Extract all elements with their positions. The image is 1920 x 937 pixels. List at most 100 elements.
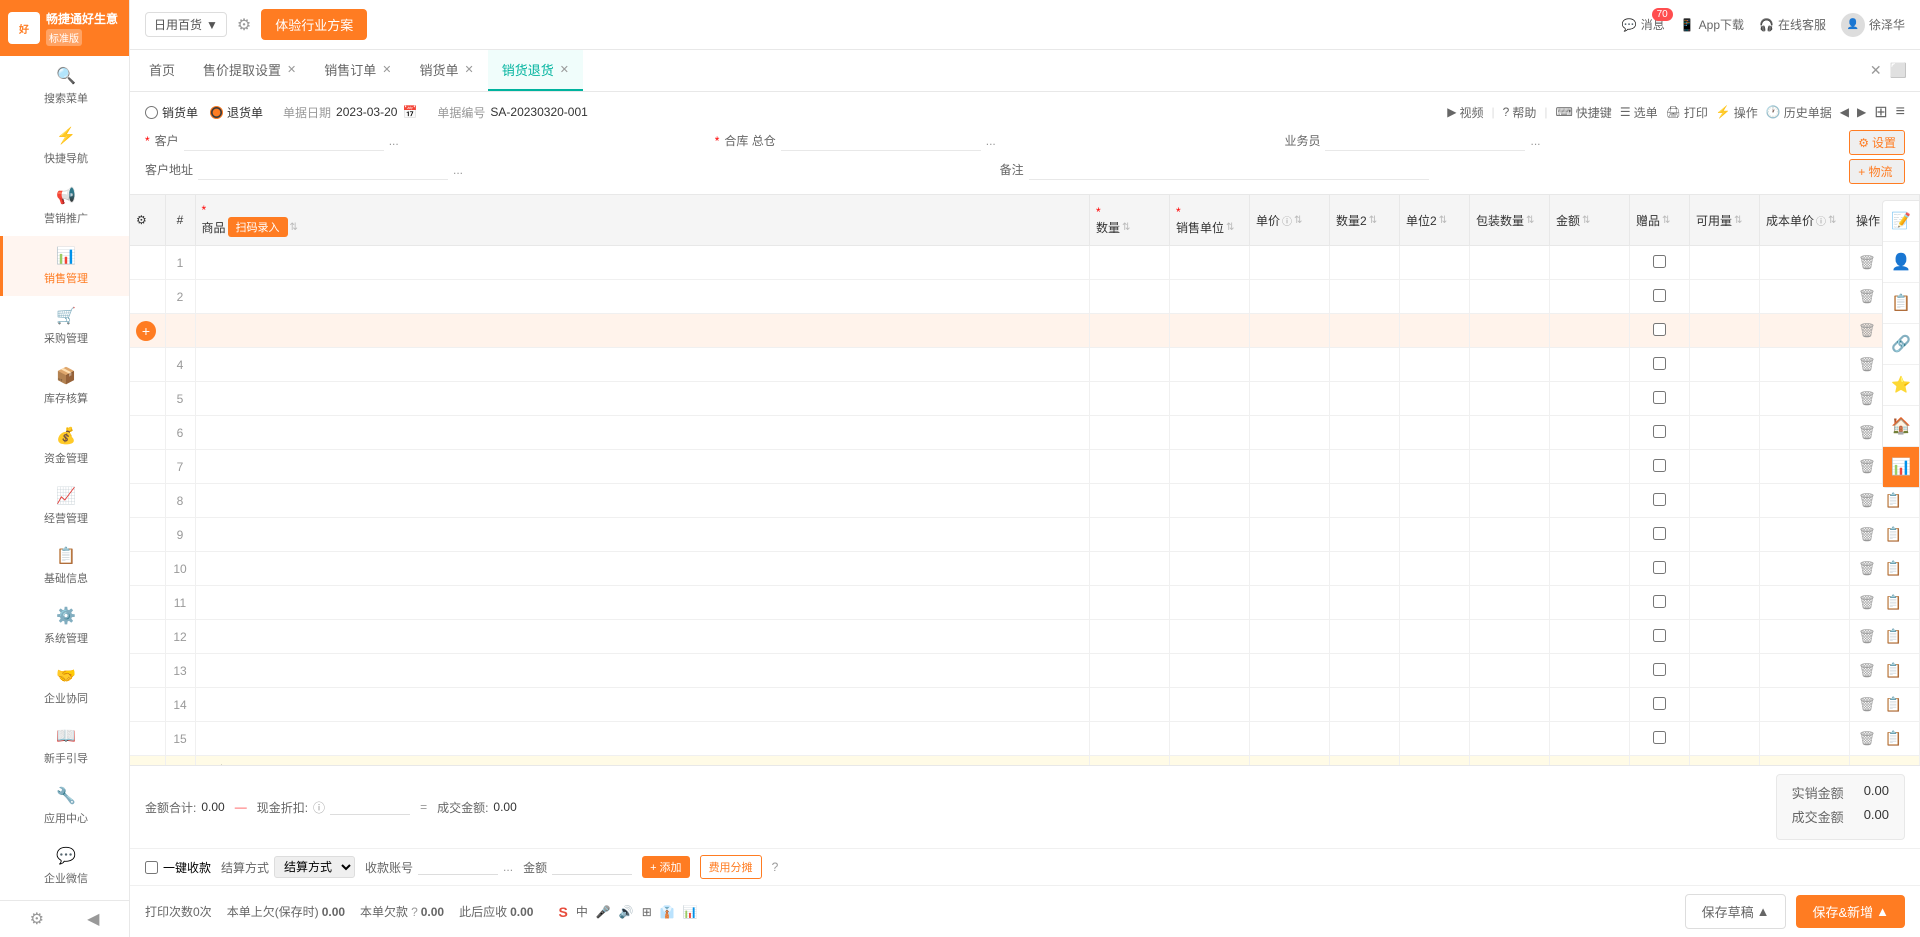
- logistics-button[interactable]: + 物流: [1849, 159, 1905, 184]
- address-input[interactable]: [198, 159, 448, 180]
- save-new-button[interactable]: 保存&新增 ▲: [1796, 895, 1905, 928]
- maximize-icon[interactable]: ⬜: [1890, 62, 1907, 79]
- sort-qty2-icon[interactable]: ⇅: [1369, 215, 1377, 226]
- gear-icon[interactable]: ⚙: [237, 15, 251, 35]
- one-key-payment[interactable]: 一键收款: [145, 859, 211, 876]
- delete-8[interactable]: 🗑: [1856, 490, 1878, 511]
- gear-bottom-icon[interactable]: ⚙: [30, 909, 44, 929]
- collapse-icon[interactable]: ◀: [87, 909, 99, 929]
- salesperson-select-btn[interactable]: ...: [1530, 134, 1540, 148]
- copy-10[interactable]: 📋: [1883, 558, 1904, 579]
- gift-checkbox-15[interactable]: [1653, 731, 1666, 744]
- right-icon-3[interactable]: 📋: [1883, 283, 1919, 324]
- discount-info-icon[interactable]: ⓘ: [313, 799, 325, 816]
- discount-input[interactable]: [330, 800, 410, 815]
- shirt-icon[interactable]: 👔: [660, 905, 675, 919]
- sidebar-item-system[interactable]: ⚙️ 系统管理: [0, 596, 129, 656]
- right-icon-5[interactable]: ⭐: [1883, 365, 1919, 406]
- copy-8[interactable]: 📋: [1883, 490, 1904, 511]
- warehouse-input[interactable]: [781, 130, 981, 151]
- th-gear[interactable]: ⚙: [130, 195, 165, 246]
- sort-avail-icon[interactable]: ⇅: [1734, 215, 1742, 226]
- user-item[interactable]: 👤 徐泽华: [1841, 13, 1905, 37]
- amount-payment-input[interactable]: [552, 860, 632, 875]
- sort-unit2-icon[interactable]: ⇅: [1439, 215, 1447, 226]
- tab-close-price-setting[interactable]: ✕: [287, 63, 296, 76]
- delete-row-active[interactable]: 🗑: [1856, 320, 1878, 341]
- input-method-icon[interactable]: 中: [576, 903, 588, 920]
- delete-14[interactable]: 🗑: [1856, 694, 1878, 715]
- next-icon[interactable]: ▶: [1857, 105, 1866, 119]
- toolbar-operate[interactable]: ⚡ 操作: [1716, 104, 1758, 121]
- tab-sales-return[interactable]: 销货退货 ✕: [488, 50, 583, 91]
- fee-split-button[interactable]: 费用分摊: [700, 855, 762, 879]
- cost-info-icon[interactable]: ⓘ: [1816, 213, 1826, 228]
- chart-bottom-icon[interactable]: 📊: [683, 905, 698, 919]
- toolbar-history[interactable]: 🕐 历史单据: [1766, 104, 1832, 121]
- sidebar-item-wechat[interactable]: 💬 企业微信: [0, 836, 129, 896]
- remark-input[interactable]: [1029, 159, 1429, 180]
- sort-cost-icon[interactable]: ⇅: [1828, 215, 1836, 226]
- calendar-icon[interactable]: 📅: [402, 105, 417, 119]
- account-select-btn[interactable]: ...: [503, 860, 513, 874]
- salesperson-input[interactable]: [1325, 130, 1525, 151]
- delete-13[interactable]: 🗑: [1856, 660, 1878, 681]
- gift-checkbox-2[interactable]: [1653, 289, 1666, 302]
- grid-view-icon[interactable]: ⊞: [1874, 102, 1887, 122]
- online-service-item[interactable]: 🎧 在线客服: [1759, 16, 1826, 33]
- sort-amount-icon[interactable]: ⇅: [1582, 215, 1590, 226]
- toolbar-shortcut[interactable]: ⌨ 快捷键: [1555, 104, 1611, 121]
- gift-checkbox-6[interactable]: [1653, 425, 1666, 438]
- gift-checkbox-13[interactable]: [1653, 663, 1666, 676]
- delete-5[interactable]: 🗑: [1856, 388, 1878, 409]
- delete-7[interactable]: 🗑: [1856, 456, 1878, 477]
- app-download-item[interactable]: 📱 App下载: [1680, 16, 1744, 33]
- sort-unit-icon[interactable]: ⇅: [1226, 222, 1234, 233]
- settings-button[interactable]: ⚙ 设置: [1849, 130, 1905, 155]
- right-icon-6[interactable]: 🏠: [1883, 406, 1919, 447]
- sidebar-item-sales[interactable]: 📊 销售管理: [0, 236, 129, 296]
- copy-15[interactable]: 📋: [1883, 728, 1904, 749]
- speaker-icon[interactable]: 🔊: [619, 905, 634, 919]
- sort-product-icon[interactable]: ⇅: [290, 222, 298, 233]
- right-icon-4[interactable]: 🔗: [1883, 324, 1919, 365]
- sort-price-icon[interactable]: ⇅: [1294, 215, 1302, 226]
- gift-checkbox-9[interactable]: [1653, 527, 1666, 540]
- add-payment-button[interactable]: + 添加: [642, 856, 689, 878]
- sidebar-item-operation[interactable]: 📈 经营管理: [0, 476, 129, 536]
- toolbar-select[interactable]: ☰ 选单: [1620, 104, 1658, 121]
- one-key-checkbox[interactable]: [145, 861, 158, 874]
- debt-info-icon[interactable]: ?: [411, 905, 418, 919]
- tab-price-setting[interactable]: 售价提取设置 ✕: [189, 50, 310, 91]
- gift-checkbox-14[interactable]: [1653, 697, 1666, 710]
- gift-checkbox-11[interactable]: [1653, 595, 1666, 608]
- customer-input[interactable]: [184, 130, 384, 151]
- delete-row-2[interactable]: 🗑: [1856, 286, 1878, 307]
- save-draft-button[interactable]: 保存草稿 ▲: [1685, 894, 1787, 929]
- sort-gift-icon[interactable]: ⇅: [1662, 215, 1670, 226]
- tab-close-sales-return[interactable]: ✕: [560, 63, 569, 76]
- sidebar-item-purchase[interactable]: 🛒 采购管理: [0, 296, 129, 356]
- add-row-button[interactable]: +: [136, 321, 156, 341]
- messages-item[interactable]: 💬 消息 70: [1622, 16, 1665, 33]
- sidebar-item-basics[interactable]: 📋 基础信息: [0, 536, 129, 596]
- radio-sales[interactable]: 销货单: [145, 104, 198, 121]
- right-icon-2[interactable]: 👤: [1883, 242, 1919, 283]
- gift-checkbox-1[interactable]: [1653, 255, 1666, 268]
- fee-split-info-icon[interactable]: ?: [772, 860, 779, 874]
- close-window-icon[interactable]: ✕: [1870, 62, 1882, 79]
- right-icon-7[interactable]: 📊: [1883, 447, 1919, 487]
- price-info-icon[interactable]: ⓘ: [1282, 213, 1292, 228]
- tab-close-sales-order[interactable]: ✕: [382, 63, 391, 76]
- grid-icon[interactable]: ⊞: [642, 905, 652, 919]
- delete-12[interactable]: 🗑: [1856, 626, 1878, 647]
- mic-icon[interactable]: 🎤: [596, 905, 611, 919]
- gift-checkbox-4[interactable]: [1653, 357, 1666, 370]
- sort-pack-icon[interactable]: ⇅: [1526, 215, 1534, 226]
- delete-10[interactable]: 🗑: [1856, 558, 1878, 579]
- copy-11[interactable]: 📋: [1883, 592, 1904, 613]
- product-input-active[interactable]: [202, 324, 1084, 338]
- gift-checkbox-10[interactable]: [1653, 561, 1666, 574]
- sidebar-item-newbie[interactable]: 📖 新手引导: [0, 716, 129, 776]
- radio-return[interactable]: 退货单: [210, 104, 263, 121]
